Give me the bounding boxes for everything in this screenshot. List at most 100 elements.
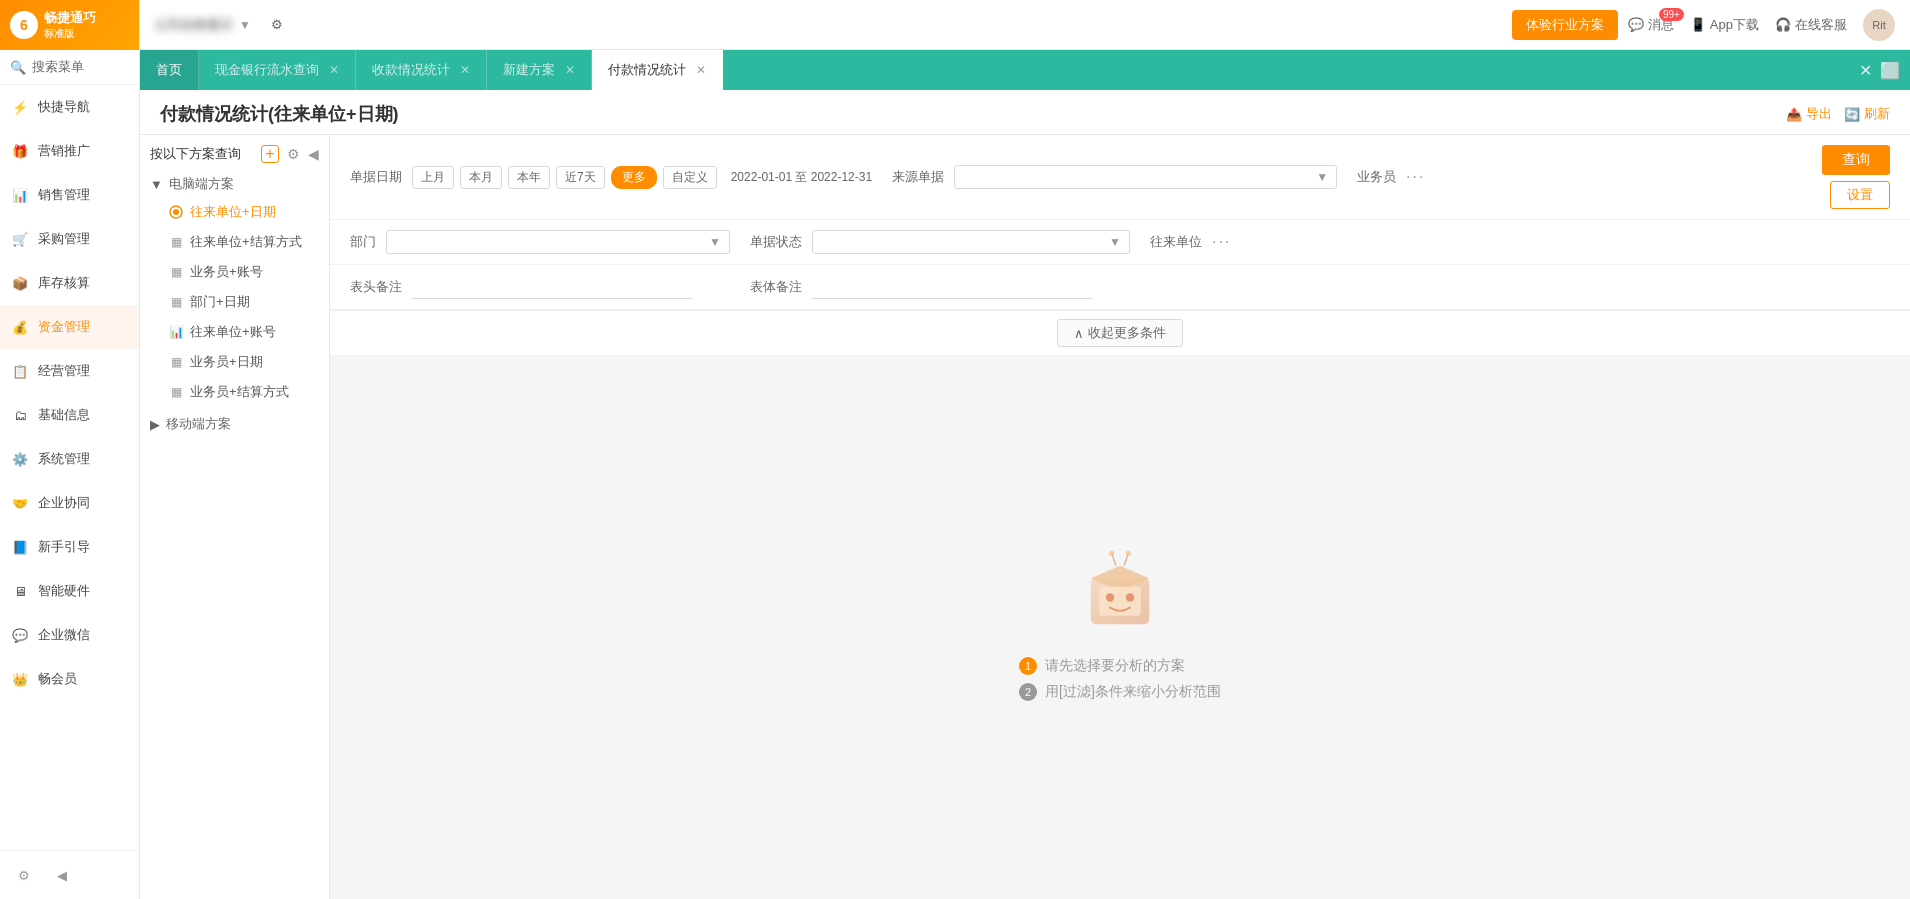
tab-newplan[interactable]: 新建方案 ✕ [487,50,592,90]
scheme-item-4[interactable]: ▦ 部门+日期 [140,287,329,317]
date-btn-thismonth[interactable]: 本月 [460,166,502,189]
sidebar-label-finance: 资金管理 [38,318,90,336]
page-title: 付款情况统计(往来单位+日期) [160,102,399,126]
sidebar-item-inventory[interactable]: 📦 库存核算 [0,261,139,305]
partner-dots-btn[interactable]: ··· [1212,233,1231,251]
date-btn-more[interactable]: 更多 [611,166,657,189]
scheme-group-pc-header[interactable]: ▼ 电脑端方案 [140,171,329,197]
dept-select[interactable]: ▼ [386,230,730,254]
sidebar-item-sales[interactable]: 📊 销售管理 [0,173,139,217]
scheme-item-icon-6: ▦ [168,354,184,370]
sidebar-item-quicknav[interactable]: ⚡ 快捷导航 [0,85,139,129]
tab-payment[interactable]: 付款情况统计 ✕ [592,50,723,90]
body-note-input[interactable] [812,275,1092,299]
export-icon: 📤 [1786,107,1802,122]
scheme-item-5[interactable]: 📊 往来单位+账号 [140,317,329,347]
scheme-item-3[interactable]: ▦ 业务员+账号 [140,257,329,287]
scheme-group-mobile: ▶ 移动端方案 [140,411,329,437]
tab-receipt-label: 收款情况统计 [372,61,450,79]
refresh-btn[interactable]: 🔄 刷新 [1844,105,1890,123]
empty-illustration [1070,545,1170,645]
tab-newplan-label: 新建方案 [503,61,555,79]
operation-icon: 📋 [10,361,30,381]
wechat-icon: 💬 [10,625,30,645]
company-selector[interactable]: 公司名称显示 ▼ [155,16,251,34]
sidebar-item-system[interactable]: ⚙️ 系统管理 [0,437,139,481]
coop-icon: 🤝 [10,493,30,513]
sidebar-item-guide[interactable]: 📘 新手引导 [0,525,139,569]
date-btn-lastmonth[interactable]: 上月 [412,166,454,189]
collapse-conditions-label: 收起更多条件 [1088,324,1166,342]
tab-cashflow-close[interactable]: ✕ [329,63,339,77]
tab-payment-close[interactable]: ✕ [696,63,706,77]
hardware-icon: 🖥 [10,581,30,601]
tabbar-actions: ✕ ⬜ [1849,50,1910,90]
scheme-collapse-btn[interactable]: ◀ [308,146,319,162]
chevron-up-icon: ∧ [1074,326,1084,341]
topbar-settings-btn[interactable]: ⚙ [261,9,293,41]
svg-point-10 [1126,551,1131,556]
sidebar-item-finance[interactable]: 💰 资金管理 [0,305,139,349]
trial-btn[interactable]: 体验行业方案 [1512,10,1618,40]
sidebar-item-vip[interactable]: 👑 畅会员 [0,657,139,701]
tab-newplan-close[interactable]: ✕ [565,63,575,77]
scheme-group-mobile-header[interactable]: ▶ 移动端方案 [140,411,329,437]
app-icon: 📱 [1690,17,1706,32]
sidebar-item-basic[interactable]: 🗂 基础信息 [0,393,139,437]
app-download-btn[interactable]: 📱 App下载 [1690,16,1759,34]
date-btn-custom[interactable]: 自定义 [663,166,717,189]
search-menu[interactable]: 🔍 搜索菜单 [0,50,139,85]
tab-cashflow[interactable]: 现金银行流水查询 ✕ [199,50,356,90]
setting-btn[interactable]: 设置 [1830,181,1890,209]
finance-icon: 💰 [10,317,30,337]
sidebar-header: 6 畅捷通巧 标准版 [0,0,139,50]
header-note-group: 表头备注 [350,275,730,299]
online-service-btn[interactable]: 🎧 在线客服 [1775,16,1847,34]
footer-collapse-btn[interactable]: ◀ [48,861,76,889]
status-select[interactable]: ▼ [812,230,1130,254]
export-btn[interactable]: 📤 导出 [1786,105,1832,123]
source-select[interactable]: ▼ [954,165,1337,189]
date-filter-group: 单据日期 上月 本月 本年 近7天 更多 自定义 2022-01-01 至 20… [350,166,872,189]
quicknav-icon: ⚡ [10,97,30,117]
empty-tip-1: 1 请先选择要分析的方案 [1019,657,1221,675]
sidebar-nav: ⚡ 快捷导航 🎁 营销推广 📊 销售管理 🛒 采购管理 📦 库存核算 💰 资金管… [0,85,139,850]
date-btn-thisyear[interactable]: 本年 [508,166,550,189]
user-avatar[interactable]: Rit [1863,9,1895,41]
sidebar-item-coop[interactable]: 🤝 企业协同 [0,481,139,525]
salesperson-dots-btn[interactable]: ··· [1406,168,1425,186]
sidebar-item-hardware[interactable]: 🖥 智能硬件 [0,569,139,613]
date-buttons: 上月 本月 本年 近7天 更多 自定义 [412,166,717,189]
filters-panel: 单据日期 上月 本月 本年 近7天 更多 自定义 2022-01-01 至 20… [330,135,1910,899]
tab-home[interactable]: 首页 [140,50,199,90]
scheme-add-btn[interactable]: + [261,145,279,163]
collapse-conditions-btn[interactable]: ∧ 收起更多条件 [1057,319,1183,347]
query-btn[interactable]: 查询 [1822,145,1890,175]
partner-label: 往来单位 [1150,233,1202,251]
scheme-settings-btn[interactable]: ⚙ [287,146,300,162]
dept-filter-group: 部门 ▼ [350,230,730,254]
tab-receipt-close[interactable]: ✕ [460,63,470,77]
page-actions: 📤 导出 🔄 刷新 [1786,105,1890,123]
tab-expand-btn[interactable]: ⬜ [1880,61,1900,80]
collapse-bar: ∧ 收起更多条件 [330,310,1910,355]
tab-receipt[interactable]: 收款情况统计 ✕ [356,50,487,90]
sidebar-item-operation[interactable]: 📋 经营管理 [0,349,139,393]
footer-settings-btn[interactable]: ⚙ [10,861,38,889]
scheme-item-2[interactable]: ▦ 往来单位+结算方式 [140,227,329,257]
scheme-item-1[interactable]: 往来单位+日期 [140,197,329,227]
date-btn-7days[interactable]: 近7天 [556,166,605,189]
sidebar-item-purchase[interactable]: 🛒 采购管理 [0,217,139,261]
topbar: 公司名称显示 ▼ ⚙ 体验行业方案 💬 消息 99+ 📱 App下载 🎧 在线客… [140,0,1910,50]
tip-num-1: 1 [1019,657,1037,675]
dept-select-arrow: ▼ [709,235,721,249]
scheme-item-6[interactable]: ▦ 业务员+日期 [140,347,329,377]
sidebar-item-marketing[interactable]: 🎁 营销推广 [0,129,139,173]
header-note-input[interactable] [412,275,692,299]
sidebar-label-coop: 企业协同 [38,494,90,512]
tab-close-all-btn[interactable]: ✕ [1859,61,1872,80]
scheme-item-icon-5: 📊 [168,324,184,340]
scheme-item-7[interactable]: ▦ 业务员+结算方式 [140,377,329,407]
sidebar-item-wechat[interactable]: 💬 企业微信 [0,613,139,657]
notification-btn[interactable]: 💬 消息 99+ [1628,16,1674,34]
